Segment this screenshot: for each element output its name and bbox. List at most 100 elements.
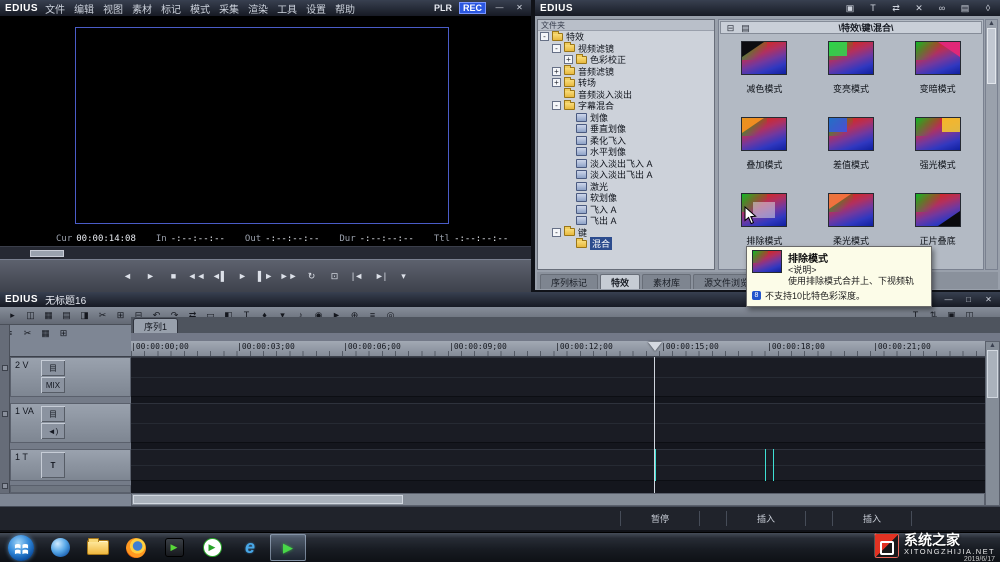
menu-item[interactable]: 渲染: [248, 1, 268, 16]
menu-item[interactable]: 帮助: [335, 1, 355, 16]
effect-darken-mode[interactable]: 变暗模式: [899, 41, 977, 95]
tree-expander-icon[interactable]: +: [552, 78, 561, 87]
rewind-button[interactable]: ◄◄: [188, 268, 206, 284]
video-enable-icon[interactable]: 目: [41, 360, 65, 376]
export-button[interactable]: ◨: [77, 309, 92, 323]
close-icon[interactable]: ✕: [982, 294, 995, 306]
view-list-icon[interactable]: ▤: [958, 2, 972, 15]
view-mode-icon[interactable]: ▤: [740, 21, 751, 34]
menu-item[interactable]: 编辑: [74, 1, 94, 16]
tab-effects[interactable]: 特效: [600, 274, 640, 289]
menu-item[interactable]: 视图: [103, 1, 123, 16]
tree-expander-icon[interactable]: -: [552, 228, 561, 237]
effect-subtract-mode[interactable]: 减色模式: [725, 41, 803, 95]
go-to-in-button[interactable]: |◄: [349, 268, 367, 284]
tree-item-fly-out-a[interactable]: 飞出 A: [538, 215, 714, 227]
preview-titlebar[interactable]: EDIUS 文件编辑视图素材标记模式采集渲染工具设置帮助 PLR REC —✕: [0, 0, 531, 16]
grid-icon[interactable]: ▦: [38, 326, 53, 340]
scrollbar-thumb[interactable]: [987, 28, 996, 84]
effect-difference-mode[interactable]: 差值模式: [812, 117, 890, 171]
tree-item-key[interactable]: - 键: [538, 227, 714, 239]
tree-expander-icon[interactable]: +: [552, 67, 561, 76]
close-icon[interactable]: ✕: [513, 2, 526, 14]
tree-item-audio-filters[interactable]: + 音频滤镜: [538, 66, 714, 78]
scrollbar-thumb[interactable]: [987, 350, 998, 398]
sequence-tab[interactable]: 序列1: [133, 318, 178, 333]
minimize-icon[interactable]: —: [493, 2, 506, 14]
new-bin-icon[interactable]: ▣: [843, 2, 857, 15]
next-frame-button[interactable]: ▌►: [257, 268, 275, 284]
track-select-dot[interactable]: [2, 411, 8, 417]
tree-item-soft-wipe[interactable]: 软划像: [538, 192, 714, 204]
scrollbar-thumb[interactable]: [133, 495, 403, 504]
tree-item-audio-crossfade[interactable]: 音频淡入淡出: [538, 89, 714, 101]
menu-item[interactable]: 模式: [190, 1, 210, 16]
maximize-icon[interactable]: □: [962, 294, 975, 306]
edius-active-app-icon[interactable]: ▶: [270, 534, 306, 561]
ripple-cut-icon[interactable]: ✂: [20, 326, 35, 340]
effect-overlay-mode[interactable]: 叠加模式: [725, 117, 803, 171]
tree-item-fly-in-a[interactable]: 飞入 A: [538, 204, 714, 216]
bin-button[interactable]: ▤: [59, 309, 74, 323]
more-options-button[interactable]: ▾: [395, 268, 413, 284]
effect-hard-light-mode[interactable]: 强光模式: [899, 117, 977, 171]
track-header-1va[interactable]: 1 VA 目 ◄): [10, 403, 131, 443]
timeline-menu-button[interactable]: ▸: [5, 309, 20, 323]
video-enable-icon[interactable]: 目: [41, 406, 65, 422]
timeline-vertical-scrollbar[interactable]: ▲: [985, 341, 1000, 506]
tree-item-fade-fly-out-a[interactable]: 淡入淡出飞出 A: [538, 169, 714, 181]
tree-expander-icon[interactable]: -: [552, 101, 561, 110]
seek-thumb[interactable]: [30, 250, 64, 257]
firefox-app-icon[interactable]: [118, 534, 154, 561]
palette-scrollbar[interactable]: ▲: [985, 19, 998, 270]
media-center-app-icon[interactable]: [42, 534, 78, 561]
track-header-2v[interactable]: 2 V 目 MIX: [10, 357, 131, 397]
timeline-horizontal-scrollbar[interactable]: [131, 493, 985, 506]
tree-item-blend[interactable]: 混合: [538, 238, 714, 250]
tree-item-laser[interactable]: 激光: [538, 181, 714, 193]
effect-exclusion-mode[interactable]: 排除模式: [725, 193, 803, 247]
menu-item[interactable]: 采集: [219, 1, 239, 16]
seek-bar[interactable]: [0, 246, 531, 259]
playhead-line[interactable]: [654, 357, 655, 493]
loop-button[interactable]: ↻: [303, 268, 321, 284]
effect-soft-light-mode[interactable]: 柔光模式: [812, 193, 890, 247]
audio-enable-icon[interactable]: ◄): [41, 423, 65, 439]
title-track-lane[interactable]: [131, 449, 985, 481]
timeline-ruler[interactable]: |00:00:00;00|00:00:03;00|00:00:06;00|00:…: [131, 341, 985, 357]
start-button[interactable]: [8, 535, 34, 561]
track-select-dot[interactable]: [2, 483, 8, 489]
delete-icon[interactable]: ✕: [912, 2, 926, 15]
stop-button[interactable]: ■: [165, 268, 183, 284]
minimize-icon[interactable]: —: [942, 294, 955, 306]
previous-frame-button[interactable]: ◄▌: [211, 268, 229, 284]
capture-button[interactable]: ▦: [41, 309, 56, 323]
tree-expander-icon[interactable]: -: [540, 32, 549, 41]
track-select-dot[interactable]: [2, 365, 8, 371]
tree-item-effects[interactable]: - 特效: [538, 31, 714, 43]
transition-icon[interactable]: ⇄: [889, 2, 903, 15]
tree-expander-icon[interactable]: -: [552, 44, 561, 53]
menu-item[interactable]: 设置: [306, 1, 326, 16]
tree-expander-icon[interactable]: +: [564, 55, 573, 64]
lock-icon[interactable]: ◊: [981, 2, 995, 15]
play-button[interactable]: ►: [234, 268, 252, 284]
effect-lighten-mode[interactable]: 变亮模式: [812, 41, 890, 95]
menu-item[interactable]: 标记: [161, 1, 181, 16]
internet-explorer-app-icon[interactable]: e: [232, 534, 268, 561]
explorer-app-icon[interactable]: [80, 534, 116, 561]
playhead-handle[interactable]: [648, 342, 662, 351]
save-project-button[interactable]: ◫: [23, 309, 38, 323]
folder-up-icon[interactable]: ⊟: [725, 21, 736, 34]
va-track-lane[interactable]: [131, 403, 985, 443]
effect-multiply-mode[interactable]: 正片叠底: [899, 193, 977, 247]
add-track-button[interactable]: ⊞: [113, 309, 128, 323]
timeline-tracks-area[interactable]: [131, 357, 985, 493]
menu-item[interactable]: 文件: [45, 1, 65, 16]
display-mode-button[interactable]: ⊡: [326, 268, 344, 284]
palette-titlebar[interactable]: EDIUS ▣T⇄✕∞▤◊: [535, 0, 1000, 16]
tree-item-color-correction[interactable]: + 色彩校正: [538, 54, 714, 66]
kmplayer-app-icon[interactable]: ▶: [156, 534, 192, 561]
tab-sequence-marker[interactable]: 序列标记: [540, 274, 598, 289]
menu-item[interactable]: 工具: [277, 1, 297, 16]
